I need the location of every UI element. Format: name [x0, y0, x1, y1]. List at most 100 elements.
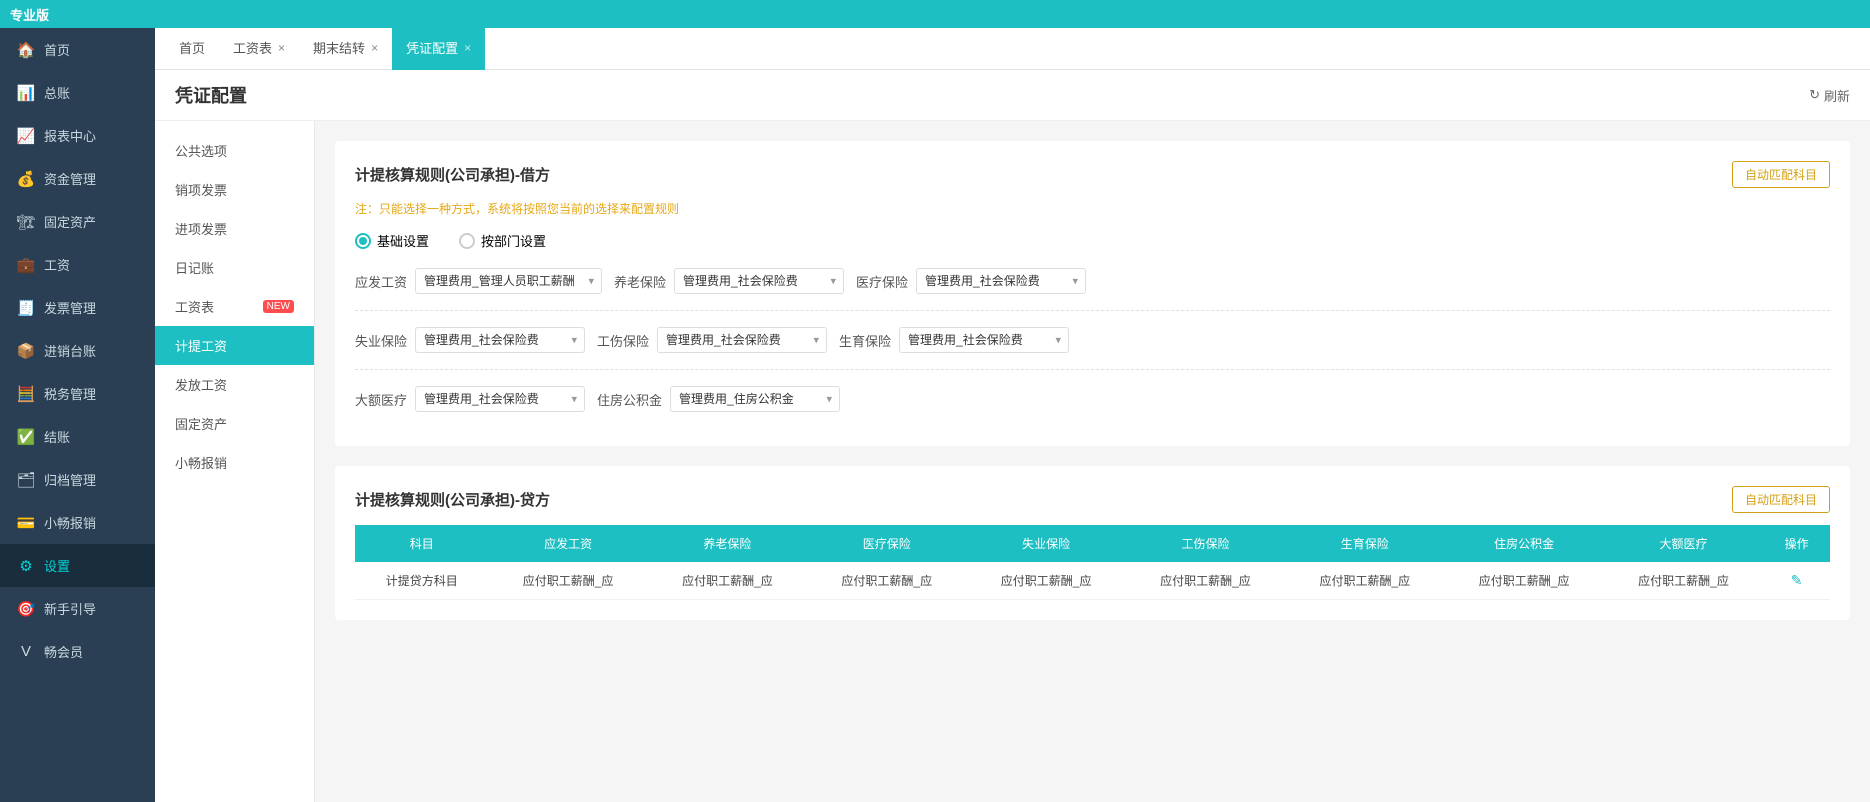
credit-cell-0-2[interactable]: 应付职工薪酬_应	[807, 562, 966, 600]
sidebar-icon-report: 📈	[16, 127, 36, 145]
credit-cell-0-0[interactable]: 应付职工薪酬_应	[488, 562, 647, 600]
debit-select-wrapper-0-0: 管理费用_管理人员职工薪酬	[415, 268, 602, 294]
debit-label-2-0: 大额医疗	[355, 390, 407, 409]
debit-divider-1	[355, 369, 1830, 370]
left-nav-item-salary-table[interactable]: 工资表NEW	[155, 287, 314, 326]
credit-auto-match-button[interactable]: 自动匹配科目	[1732, 486, 1830, 513]
left-nav-item-public[interactable]: 公共选项	[155, 131, 314, 170]
credit-subject-0: 计提贷方科目	[355, 562, 488, 600]
credit-cell-0-3[interactable]: 应付职工薪酬_应	[966, 562, 1125, 600]
page-title: 凭证配置	[175, 82, 247, 108]
sidebar-item-settings[interactable]: ⚙设置	[0, 544, 155, 587]
credit-cell-0-5[interactable]: 应付职工薪酬_应	[1285, 562, 1444, 600]
tab-label-voucher-config: 凭证配置	[406, 38, 458, 57]
sidebar-label-guide: 新手引导	[44, 599, 96, 618]
sidebar-item-inventory[interactable]: 📦 进销台账	[0, 329, 155, 372]
credit-col-0: 科目	[355, 525, 488, 562]
debit-select-1-1[interactable]: 管理费用_社会保险费	[657, 327, 827, 353]
debit-select-0-2[interactable]: 管理费用_社会保险费	[916, 268, 1086, 294]
sidebar-label-inventory: 进销台账	[44, 341, 96, 360]
debit-form-item-0-2: 医疗保险 管理费用_社会保险费	[856, 268, 1086, 294]
tab-home[interactable]: 首页	[165, 28, 219, 70]
tab-salary-table[interactable]: 工资表×	[219, 28, 299, 70]
debit-auto-match-button[interactable]: 自动匹配科目	[1732, 161, 1830, 188]
sidebar-label-salary: 工资	[44, 255, 70, 274]
debit-divider-0	[355, 310, 1830, 311]
tab-label-period-close: 期末结转	[313, 38, 365, 57]
sidebar-icon-inventory: 📦	[16, 342, 36, 360]
debit-select-1-2[interactable]: 管理费用_社会保险费	[899, 327, 1069, 353]
refresh-icon: ↻	[1809, 87, 1820, 103]
debit-label-2-1: 住房公积金	[597, 390, 662, 409]
tab-close-period-close[interactable]: ×	[371, 41, 378, 55]
sidebar-item-report[interactable]: 📈 报表中心	[0, 114, 155, 157]
refresh-button[interactable]: ↻ 刷新	[1809, 86, 1850, 105]
credit-cell-0-1[interactable]: 应付职工薪酬_应	[648, 562, 807, 600]
sidebar-item-settle[interactable]: ✅结账	[0, 415, 155, 458]
top-bar: 专业版	[0, 0, 1870, 28]
debit-form-item-1-0: 失业保险 管理费用_社会保险费	[355, 327, 585, 353]
left-nav-item-journal[interactable]: 日记账	[155, 248, 314, 287]
sidebar-item-guide[interactable]: 🎯 新手引导	[0, 587, 155, 630]
sidebar-label-archive: 归档管理	[44, 470, 96, 489]
sidebar-label-tax: 税务管理	[44, 384, 96, 403]
top-bar-title: 专业版	[10, 5, 49, 24]
debit-select-2-1[interactable]: 管理费用_住房公积金	[670, 386, 840, 412]
edit-icon-0[interactable]: ✎	[1791, 572, 1803, 588]
sidebar-icon-salary: 💼	[16, 256, 36, 274]
debit-select-2-0[interactable]: 管理费用_社会保险费	[415, 386, 585, 412]
sidebar-item-tax[interactable]: 🧮税务管理	[0, 372, 155, 415]
sidebar-icon-settings: ⚙	[16, 557, 36, 575]
tab-close-salary-table[interactable]: ×	[278, 41, 285, 55]
tab-period-close[interactable]: 期末结转 ×	[299, 28, 392, 70]
sidebar-item-xiaochang[interactable]: 💳小畅报销	[0, 501, 155, 544]
tab-voucher-config[interactable]: 凭证配置 ×	[392, 28, 485, 70]
sidebar-item-invoice[interactable]: 🧾发票管理	[0, 286, 155, 329]
credit-col-6: 生育保险	[1285, 525, 1444, 562]
radio-department[interactable]: 按部门设置	[459, 231, 546, 250]
left-nav-label-salary-table: 工资表	[175, 297, 214, 316]
left-nav-item-input-invoice[interactable]: 进项发票	[155, 209, 314, 248]
sidebar: 🏠首页📊总账 📈 报表中心 💰资金管理🏗固定资产 💼 工资 🧾发票管理 📦 进销台账 🧮税务管理✅…	[0, 28, 155, 802]
debit-section-header: 计提核算规则(公司承担)-借方 自动匹配科目	[355, 161, 1830, 188]
sidebar-item-assets[interactable]: 🏗固定资产	[0, 200, 155, 243]
credit-col-2: 养老保险	[648, 525, 807, 562]
left-nav-item-cancel-invoice[interactable]: 销项发票	[155, 170, 314, 209]
debit-select-1-0[interactable]: 管理费用_社会保险费	[415, 327, 585, 353]
sidebar-item-funds[interactable]: 💰资金管理	[0, 157, 155, 200]
left-nav-item-jiti-salary[interactable]: 计提工资	[155, 326, 314, 365]
debit-select-wrapper-1-1: 管理费用_社会保险费	[657, 327, 827, 353]
tab-label-home: 首页	[179, 38, 205, 57]
left-nav-label-xiaochang-expense: 小畅报销	[175, 453, 227, 472]
sidebar-label-report: 报表中心	[44, 126, 96, 145]
credit-col-9: 操作	[1763, 525, 1830, 562]
sidebar-item-ledger[interactable]: 📊总账	[0, 71, 155, 114]
left-nav-item-pay-salary[interactable]: 发放工资	[155, 365, 314, 404]
credit-cell-0-7[interactable]: 应付职工薪酬_应	[1604, 562, 1763, 600]
debit-label-1-0: 失业保险	[355, 331, 407, 350]
credit-col-1: 应发工资	[488, 525, 647, 562]
sidebar-item-member[interactable]: V畅会员	[0, 630, 155, 673]
debit-form-row-2: 大额医疗 管理费用_社会保险费 住房公积金 管理费用_住房公积金	[355, 386, 1830, 412]
left-nav-item-xiaochang-expense[interactable]: 小畅报销	[155, 443, 314, 482]
sidebar-item-salary[interactable]: 💼 工资	[0, 243, 155, 286]
debit-select-0-0[interactable]: 管理费用_管理人员职工薪酬	[415, 268, 602, 294]
debit-form-item-2-0: 大额医疗 管理费用_社会保险费	[355, 386, 585, 412]
credit-section: 计提核算规则(公司承担)-贷方 自动匹配科目 科目应发工资养老保险医疗保险失业保…	[335, 466, 1850, 620]
radio-basic[interactable]: 基础设置	[355, 231, 429, 250]
tab-close-voucher-config[interactable]: ×	[464, 41, 471, 55]
debit-select-0-1[interactable]: 管理费用_社会保险费	[674, 268, 844, 294]
credit-cell-0-6[interactable]: 应付职工薪酬_应	[1444, 562, 1603, 600]
sidebar-label-xiaochang: 小畅报销	[44, 513, 96, 532]
left-nav-item-fixed-assets[interactable]: 固定资产	[155, 404, 314, 443]
sidebar-item-archive[interactable]: 🗂归档管理	[0, 458, 155, 501]
debit-form-row-0: 应发工资 管理费用_管理人员职工薪酬 养老保险 管理费用_社会保险费 医疗保险 …	[355, 268, 1830, 294]
sidebar-item-home[interactable]: 🏠首页	[0, 28, 155, 71]
sidebar-icon-guide: 🎯	[16, 600, 36, 618]
credit-table-head: 科目应发工资养老保险医疗保险失业保险工伤保险生育保险住房公积金大额医疗操作	[355, 525, 1830, 562]
credit-cell-0-4[interactable]: 应付职工薪酬_应	[1126, 562, 1285, 600]
main-panel: 计提核算规则(公司承担)-借方 自动匹配科目 注：只能选择一种方式，系统将按照您…	[315, 121, 1870, 802]
credit-action-0[interactable]: ✎	[1763, 562, 1830, 600]
debit-section-title: 计提核算规则(公司承担)-借方	[355, 164, 550, 185]
left-nav: 公共选项销项发票进项发票日记账工资表NEW计提工资发放工资固定资产小畅报销	[155, 121, 315, 802]
